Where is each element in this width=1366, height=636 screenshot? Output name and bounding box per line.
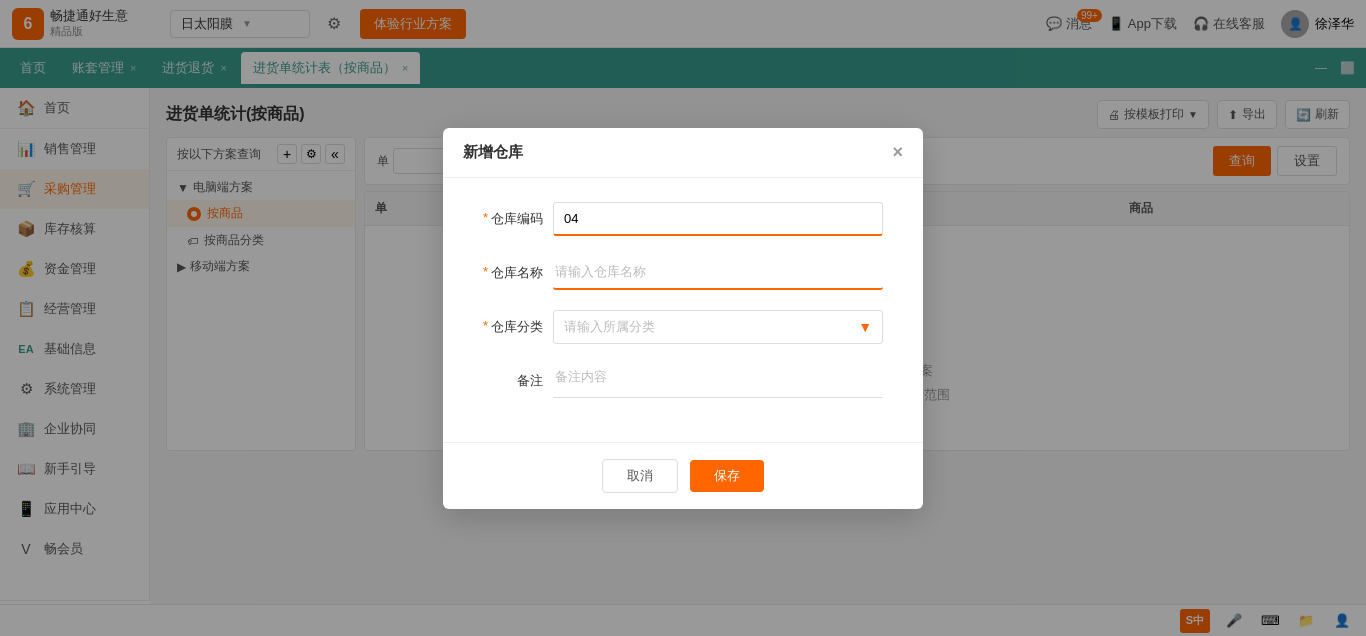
form-row-name: 仓库名称 (483, 256, 883, 290)
warehouse-category-select[interactable]: 请输入所属分类 ▼ (553, 310, 883, 344)
name-label: 仓库名称 (483, 264, 553, 282)
category-label: 仓库分类 (483, 318, 553, 336)
form-row-code: 仓库编码 (483, 202, 883, 236)
form-row-category: 仓库分类 请输入所属分类 ▼ (483, 310, 883, 344)
note-input[interactable] (553, 364, 883, 398)
warehouse-dialog: 新增仓库 × 仓库编码 仓库名称 仓库分类 请输入所属分类 ▼ (443, 128, 923, 509)
dialog-overlay: 新增仓库 × 仓库编码 仓库名称 仓库分类 请输入所属分类 ▼ (0, 0, 1366, 636)
dialog-title: 新增仓库 (463, 143, 523, 162)
code-label: 仓库编码 (483, 210, 553, 228)
cancel-button[interactable]: 取消 (602, 459, 678, 493)
dialog-body: 仓库编码 仓库名称 仓库分类 请输入所属分类 ▼ 备注 (443, 178, 923, 442)
dialog-header: 新增仓库 × (443, 128, 923, 178)
note-label: 备注 (483, 372, 553, 390)
save-button[interactable]: 保存 (690, 460, 764, 492)
warehouse-name-input[interactable] (553, 256, 883, 290)
warehouse-code-input[interactable] (553, 202, 883, 236)
dialog-close-button[interactable]: × (892, 142, 903, 163)
form-row-note: 备注 (483, 364, 883, 398)
category-dropdown-arrow: ▼ (858, 319, 872, 335)
category-placeholder: 请输入所属分类 (564, 318, 655, 336)
dialog-footer: 取消 保存 (443, 442, 923, 509)
